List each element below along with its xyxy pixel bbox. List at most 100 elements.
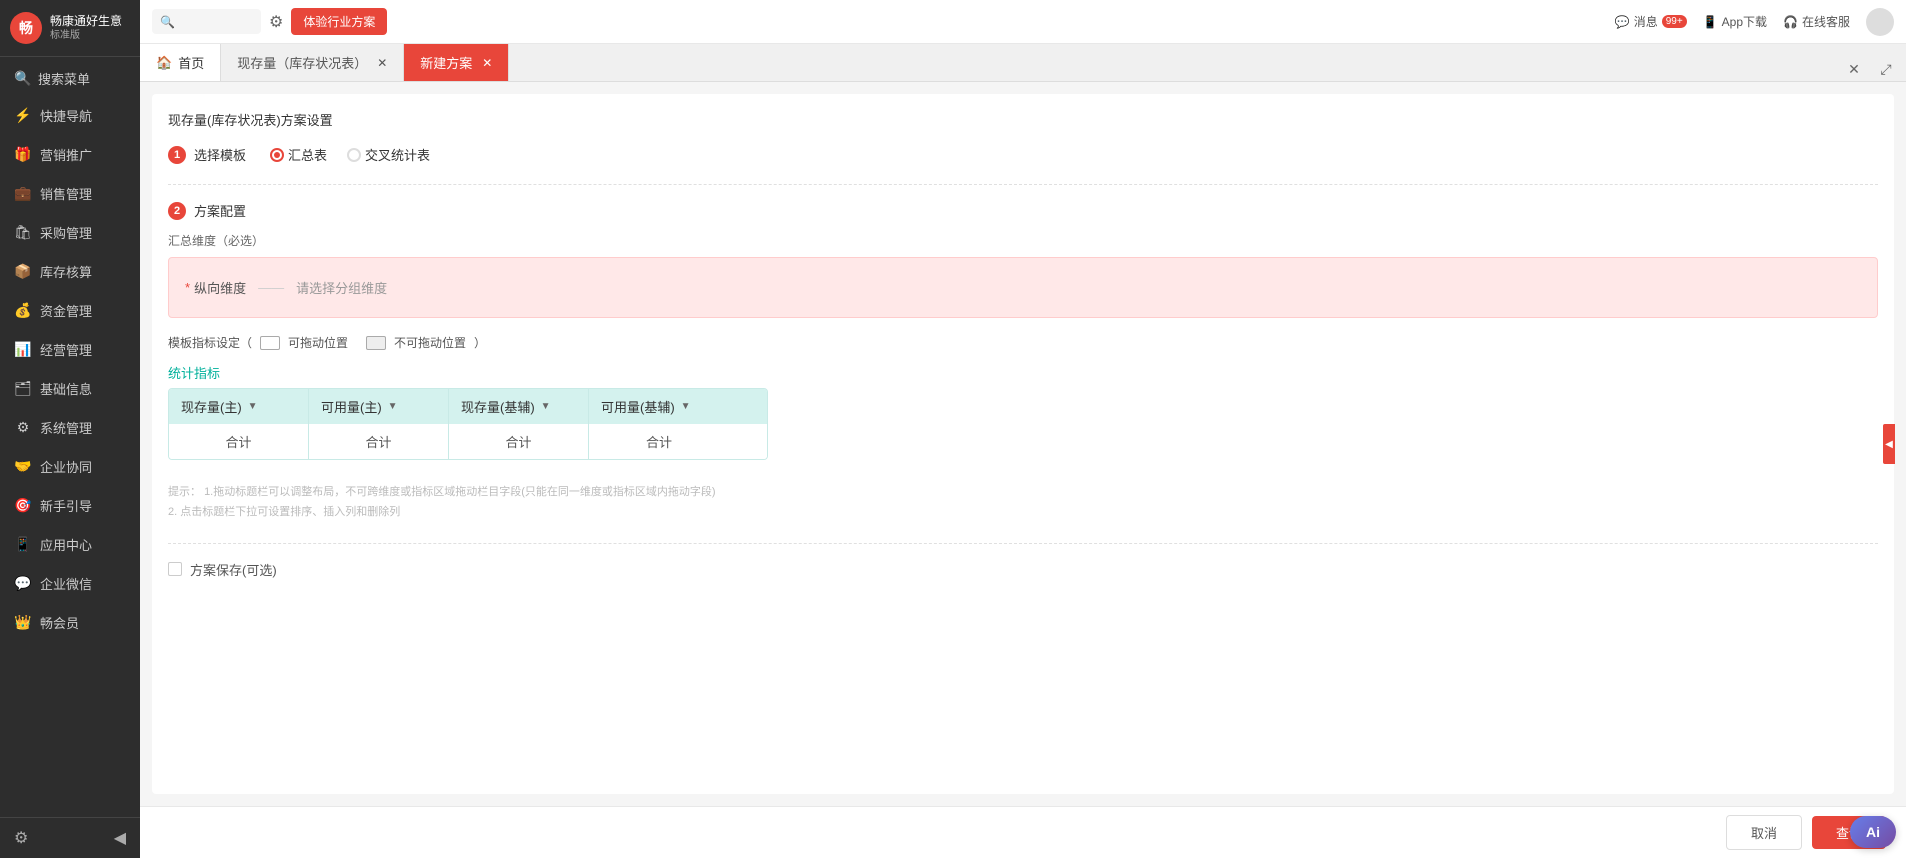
- dimension-vertical-label: 纵向维度: [194, 278, 246, 297]
- chevron-down-icon-2: ▼: [541, 401, 551, 412]
- fixed-label: 不可拖动位置: [394, 334, 466, 351]
- divider-2: [168, 543, 1878, 544]
- save-checkbox[interactable]: [168, 562, 182, 576]
- tab-home[interactable]: 🏠 首页: [140, 44, 221, 81]
- purchase-icon: 🛍: [14, 224, 32, 242]
- stats-table-header: 现存量(主) ▼ 可用量(主) ▼ 现存量(基辅) ▼: [169, 389, 767, 424]
- basic-icon: 🗂: [14, 380, 32, 398]
- topbar-search-placeholder: [181, 13, 253, 30]
- tab-new-plan-close-icon[interactable]: ✕: [482, 56, 492, 70]
- radio-summary-table[interactable]: 汇总表: [270, 145, 327, 164]
- dimension-required-mark: *: [185, 280, 190, 295]
- tab-inventory-label: 现存量（库存状况表）: [237, 53, 367, 72]
- message-button[interactable]: 💬 消息 99+: [1615, 13, 1687, 30]
- settings-icon[interactable]: ⚙: [14, 828, 28, 848]
- app-download-button[interactable]: 📱 App下载: [1703, 13, 1767, 30]
- movable-indicator: [260, 336, 280, 350]
- stats-section-label: 统计指标: [168, 363, 1878, 382]
- stats-col-body-3: 合计: [589, 424, 729, 459]
- app-logo-icon: 畅: [10, 12, 42, 44]
- template-indicator: 模板指标设定（ 可拖动位置 不可拖动位置 ）: [168, 334, 1878, 351]
- sidebar-item-system[interactable]: ⚙ 系统管理: [0, 408, 140, 447]
- sidebar-item-wechat[interactable]: 💬 企业微信: [0, 564, 140, 603]
- stats-col-body-0: 合计: [169, 424, 309, 459]
- sidebar-item-label: 销售管理: [40, 184, 92, 203]
- stats-col-header-1[interactable]: 可用量(主) ▼: [309, 389, 449, 424]
- headset-icon: 🎧: [1783, 15, 1798, 29]
- quick-nav-icon: ⚡: [14, 107, 32, 125]
- sidebar-item-basic[interactable]: 🗂 基础信息: [0, 369, 140, 408]
- sidebar-item-enterprise[interactable]: 🤝 企业协同: [0, 447, 140, 486]
- cancel-button[interactable]: 取消: [1726, 815, 1802, 850]
- sidebar-item-label: 畅会员: [40, 613, 79, 632]
- sidebar-item-marketing[interactable]: 🎁 营销推广: [0, 135, 140, 174]
- wechat-icon: 💬: [14, 575, 32, 593]
- content-panel: 现存量(库存状况表)方案设置 1 选择模板 汇总表 交叉统计表: [152, 94, 1894, 794]
- summary-dimension-label: 汇总维度（必选）: [168, 232, 1878, 249]
- radio-cross-label: 交叉统计表: [365, 145, 430, 164]
- chevron-down-icon-3: ▼: [681, 401, 691, 412]
- sidebar-item-quick-nav[interactable]: ⚡ 快捷导航: [0, 96, 140, 135]
- stats-col-header-0[interactable]: 现存量(主) ▼: [169, 389, 309, 424]
- stats-col-body-2: 合计: [449, 424, 589, 459]
- stats-col-header-label-3: 可用量(基辅): [601, 397, 675, 416]
- content-area: 现存量(库存状况表)方案设置 1 选择模板 汇总表 交叉统计表: [140, 82, 1906, 806]
- window-controls: ✕ ⤢: [1842, 57, 1906, 81]
- sidebar-item-sales[interactable]: 💼 销售管理: [0, 174, 140, 213]
- sidebar-item-label: 经营管理: [40, 340, 92, 359]
- finance-icon: 💰: [14, 302, 32, 320]
- main-area: 🔍 ⚙ 体验行业方案 💬 消息 99+ 📱 App下载 🎧 在线客服: [140, 0, 1906, 858]
- sidebar-item-member[interactable]: 👑 畅会员: [0, 603, 140, 642]
- sidebar: 畅 畅康通好生意 标准版 🔍 搜索菜单 ⚡ 快捷导航 🎁 营销推广 💼 销售管理…: [0, 0, 140, 858]
- sidebar-item-operation[interactable]: 📊 经营管理: [0, 330, 140, 369]
- sidebar-item-inventory[interactable]: 📦 库存核算: [0, 252, 140, 291]
- sidebar-nav: 🔍 搜索菜单 ⚡ 快捷导航 🎁 营销推广 💼 销售管理 🛍 采购管理 📦 库存核…: [0, 57, 140, 817]
- tab-inventory-status[interactable]: 现存量（库存状况表） ✕: [221, 44, 404, 81]
- dimension-area[interactable]: * 纵向维度 —— 请选择分组维度: [168, 257, 1878, 318]
- save-row: 方案保存(可选): [168, 560, 1878, 579]
- stats-col-body-1: 合计: [309, 424, 449, 459]
- download-icon: 📱: [1703, 15, 1718, 29]
- radio-cross-table[interactable]: 交叉统计表: [347, 145, 430, 164]
- sidebar-item-newbie[interactable]: 🎯 新手引导: [0, 486, 140, 525]
- tab-home-label: 首页: [178, 53, 204, 72]
- trial-industry-button[interactable]: 体验行业方案: [291, 8, 387, 35]
- sidebar-item-search[interactable]: 🔍 搜索菜单: [0, 61, 140, 96]
- sidebar-item-apps[interactable]: 📱 应用中心: [0, 525, 140, 564]
- stats-col-header-3[interactable]: 可用量(基辅) ▼: [589, 389, 729, 424]
- sidebar-item-label: 企业协同: [40, 457, 92, 476]
- step2-section: 2 方案配置 汇总维度（必选） * 纵向维度 —— 请选择分组维度 模板指标设定…: [168, 201, 1878, 523]
- expand-window-button[interactable]: ⤢: [1874, 57, 1898, 81]
- tab-new-plan[interactable]: 新建方案 ✕: [404, 44, 509, 81]
- collapse-icon[interactable]: ◀: [114, 828, 126, 848]
- sidebar-item-finance[interactable]: 💰 资金管理: [0, 291, 140, 330]
- stats-col-header-2[interactable]: 现存量(基辅) ▼: [449, 389, 589, 424]
- user-avatar[interactable]: [1866, 8, 1894, 36]
- template-radio-group: 汇总表 交叉统计表: [270, 145, 430, 164]
- topbar-gear-icon[interactable]: ⚙: [269, 12, 283, 32]
- inventory-icon: 📦: [14, 263, 32, 281]
- right-panel-toggle[interactable]: ◀: [1883, 424, 1895, 464]
- sidebar-item-purchase[interactable]: 🛍 采购管理: [0, 213, 140, 252]
- panel-title: 现存量(库存状况表)方案设置: [168, 110, 1878, 129]
- movable-label: 可拖动位置: [288, 334, 348, 351]
- step1-title: 选择模板: [194, 145, 246, 164]
- stats-table: 现存量(主) ▼ 可用量(主) ▼ 现存量(基辅) ▼: [168, 388, 768, 460]
- dimension-placeholder: 请选择分组维度: [296, 278, 387, 297]
- step2-title: 方案配置: [194, 201, 246, 220]
- footer-bar: 取消 查询: [140, 806, 1906, 858]
- topbar-right: 💬 消息 99+ 📱 App下载 🎧 在线客服: [1615, 8, 1894, 36]
- stats-col-header-label-0: 现存量(主): [181, 397, 242, 416]
- online-service-button[interactable]: 🎧 在线客服: [1783, 13, 1850, 30]
- tab-inventory-close-icon[interactable]: ✕: [377, 56, 387, 70]
- topbar-search-area[interactable]: 🔍: [152, 9, 261, 34]
- newbie-icon: 🎯: [14, 497, 32, 515]
- marketing-icon: 🎁: [14, 146, 32, 164]
- sidebar-item-label: 资金管理: [40, 301, 92, 320]
- sidebar-item-label: 快捷导航: [40, 106, 92, 125]
- topbar-search-icon: 🔍: [160, 15, 175, 29]
- step1-number: 1: [168, 146, 186, 164]
- ai-button[interactable]: Ai: [1850, 816, 1896, 848]
- operation-icon: 📊: [14, 341, 32, 359]
- close-window-button[interactable]: ✕: [1842, 57, 1866, 81]
